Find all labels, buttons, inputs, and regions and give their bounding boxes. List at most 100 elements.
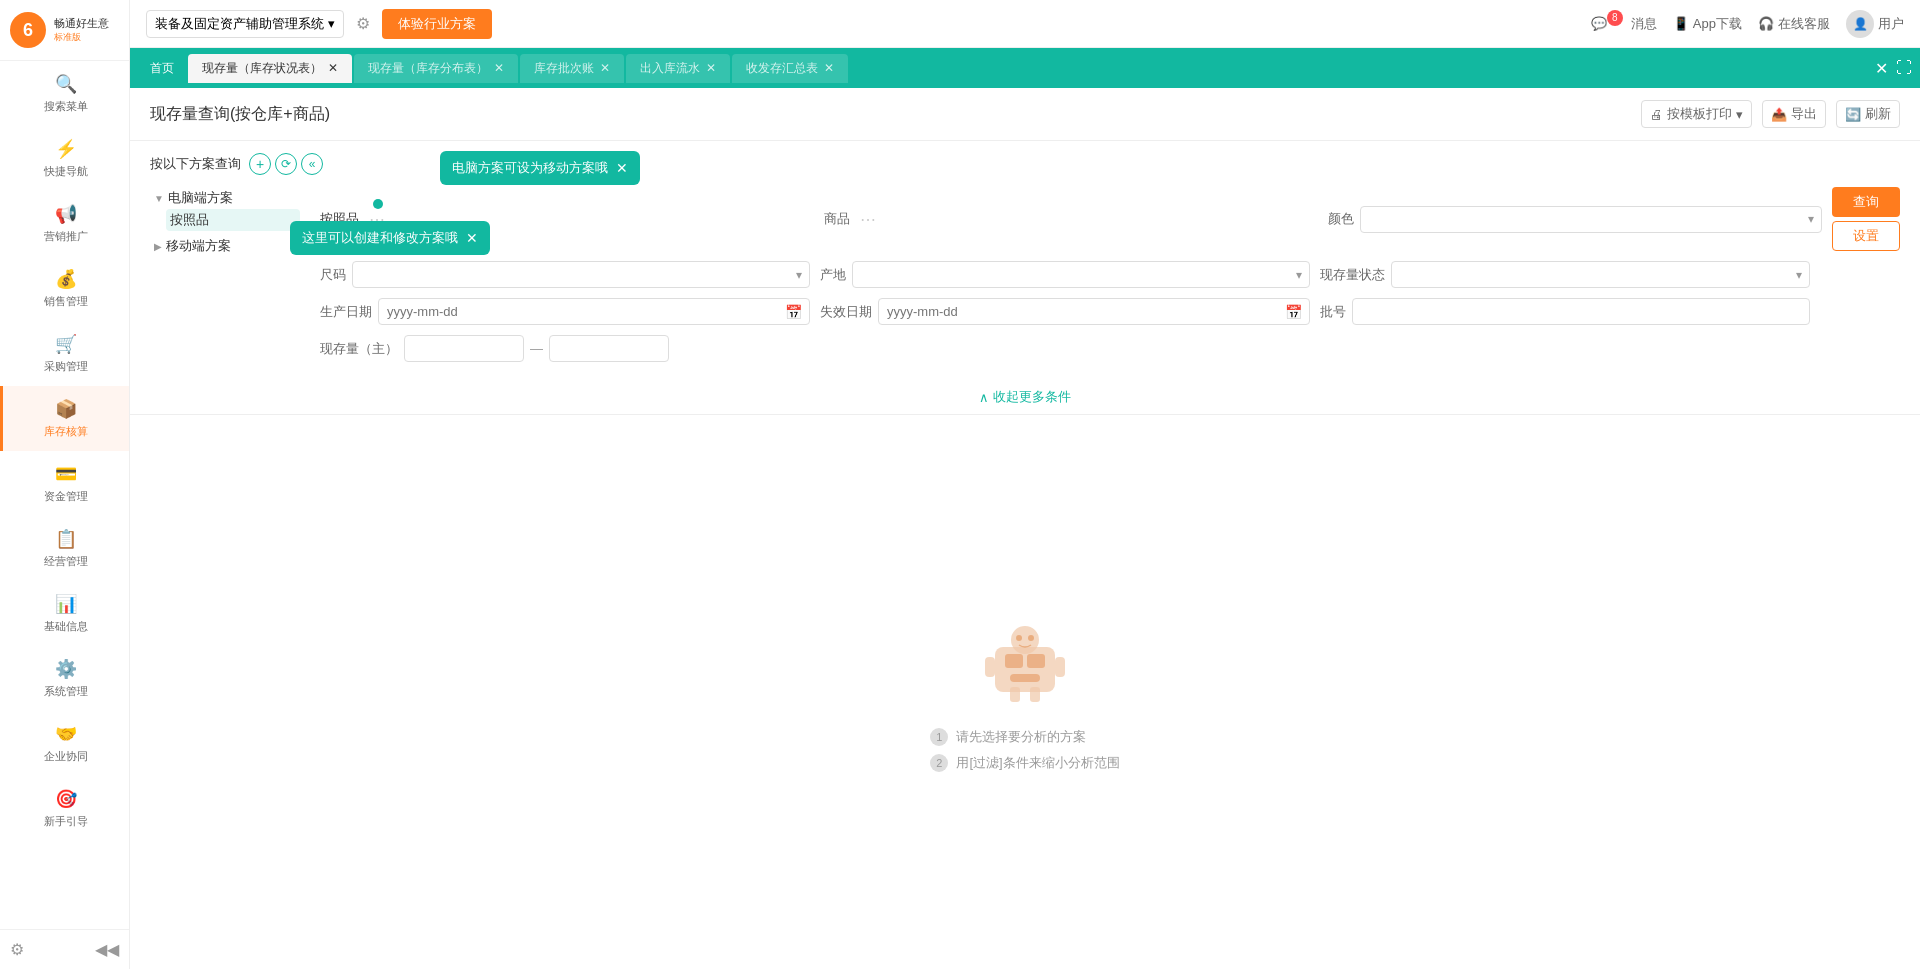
svg-rect-5	[1055, 657, 1065, 677]
goods-label: 商品	[824, 210, 850, 228]
range-separator: —	[530, 341, 543, 356]
tab-close-all-icon[interactable]: ✕	[1875, 59, 1888, 78]
goods-dots[interactable]: ⋯	[856, 210, 880, 229]
origin-select[interactable]	[852, 261, 1310, 288]
tab-home-label: 首页	[150, 61, 174, 75]
sidebar-item-label: 营销推广	[44, 229, 88, 244]
app-download-button[interactable]: 📱 App下载	[1673, 15, 1742, 33]
enterprise-icon: 🤝	[55, 723, 77, 745]
sidebar-item-sales[interactable]: 💰 销售管理	[0, 256, 129, 321]
search-set-buttons: 查询 设置	[1832, 187, 1900, 251]
edit-scheme-tooltip: 这里可以创建和修改方案哦 ✕	[290, 221, 490, 255]
online-service-label: 在线客服	[1778, 15, 1830, 33]
headset-icon: 🎧	[1758, 16, 1774, 31]
page-actions: 🖨 按模板打印 ▾ 📤 导出 🔄 刷新	[1641, 100, 1900, 128]
collapse-sidebar-icon[interactable]: ◀◀	[95, 940, 119, 959]
tab-close-icon[interactable]: ✕	[706, 62, 716, 74]
scheme-tooltip: 电脑方案可设为移动方案哦 ✕	[440, 151, 640, 185]
tab-batch-account[interactable]: 库存批次账 ✕	[520, 54, 624, 83]
svg-rect-6	[1010, 687, 1020, 702]
tab-inventory-status[interactable]: 现存量（库存状况表） ✕	[188, 54, 352, 83]
refresh-scheme-button[interactable]: ⟳	[275, 153, 297, 175]
tab-bar: 首页 现存量（库存状况表） ✕ 现存量（库存分布表） ✕ 库存批次账 ✕ 出入库…	[130, 48, 1920, 88]
sidebar-item-inventory[interactable]: 📦 库存核算	[0, 386, 129, 451]
collapse-more-button[interactable]: ∧ 收起更多条件	[150, 380, 1900, 414]
main-area: 装备及固定资产辅助管理系统 ▾ ⚙ 体验行业方案 💬 8 消息 📱 App下载 …	[130, 0, 1920, 969]
desktop-scheme-label: 电脑端方案	[168, 189, 233, 207]
filter-panel: 按以下方案查询 + ⟳ « 电脑方案可设为移动方案哦 ✕	[130, 141, 1920, 415]
tab-close-icon[interactable]: ✕	[328, 62, 338, 74]
online-service-button[interactable]: 🎧 在线客服	[1758, 15, 1830, 33]
sidebar-item-operation[interactable]: 📋 经营管理	[0, 516, 129, 581]
tab-receive-summary[interactable]: 收发存汇总表 ✕	[732, 54, 848, 83]
desktop-scheme-group[interactable]: ▼ 电脑端方案	[150, 187, 300, 209]
sidebar-item-search-menu[interactable]: 🔍 搜索菜单	[0, 61, 129, 126]
sidebar-item-system[interactable]: ⚙️ 系统管理	[0, 646, 129, 711]
svg-rect-4	[985, 657, 995, 677]
sidebar-item-marketing[interactable]: 📢 营销推广	[0, 191, 129, 256]
settings-icon[interactable]: ⚙	[10, 940, 24, 959]
system-selector[interactable]: 装备及固定资产辅助管理系统 ▾	[146, 10, 344, 38]
sidebar-item-enterprise[interactable]: 🤝 企业协同	[0, 711, 129, 776]
tip-num-2: 2	[930, 754, 948, 772]
mobile-scheme-group[interactable]: ▶ 移动端方案	[150, 235, 300, 257]
system-name: 装备及固定资产辅助管理系统	[155, 15, 324, 33]
scheme-tooltip-close[interactable]: ✕	[616, 161, 628, 175]
print-button[interactable]: 🖨 按模板打印 ▾	[1641, 100, 1752, 128]
collapse-arrow-icon: ▼	[154, 193, 164, 204]
sidebar-item-basic-info[interactable]: 📊 基础信息	[0, 581, 129, 646]
tab-inventory-distribution[interactable]: 现存量（库存分布表） ✕	[354, 54, 518, 83]
sidebar-item-finance[interactable]: 💳 资金管理	[0, 451, 129, 516]
size-select[interactable]	[352, 261, 810, 288]
tab-close-icon[interactable]: ✕	[600, 62, 610, 74]
sidebar-item-guide[interactable]: 🎯 新手引导	[0, 776, 129, 841]
tab-home[interactable]: 首页	[138, 54, 186, 83]
filter-field-goods: 商品 ⋯	[824, 210, 1318, 229]
nav-menu: 🔍 搜索菜单 ⚡ 快捷导航 📢 营销推广 💰 销售管理 🛒 采购管理 📦 库存核…	[0, 61, 129, 929]
scheme-tooltip-text: 电脑方案可设为移动方案哦	[452, 159, 608, 177]
sidebar-item-quick-nav[interactable]: ⚡ 快捷导航	[0, 126, 129, 191]
expire-date-input[interactable]	[878, 298, 1310, 325]
message-button[interactable]: 💬 8 消息	[1591, 15, 1657, 33]
scheme-item-by-product[interactable]: 按照品	[166, 209, 300, 231]
stock-main-label: 现存量（主）	[320, 340, 398, 358]
tab-fullscreen-icon[interactable]: ⛶	[1896, 59, 1912, 77]
tab-close-icon[interactable]: ✕	[494, 62, 504, 74]
produce-date-input[interactable]	[378, 298, 810, 325]
sidebar-item-purchase[interactable]: 🛒 采购管理	[0, 321, 129, 386]
stock-status-select[interactable]	[1391, 261, 1810, 288]
refresh-icon: 🔄	[1845, 107, 1861, 122]
color-select[interactable]	[1360, 206, 1822, 233]
search-button[interactable]: 查询	[1832, 187, 1900, 217]
sidebar-item-label: 销售管理	[44, 294, 88, 309]
guide-icon: 🎯	[55, 788, 77, 810]
tab-inout-flow[interactable]: 出入库流水 ✕	[626, 54, 730, 83]
tip-text-2: 用[过滤]条件来缩小分析范围	[956, 754, 1119, 772]
sidebar-item-label: 资金管理	[44, 489, 88, 504]
filter-row-4: 现存量（主） —	[320, 335, 1900, 362]
trial-button[interactable]: 体验行业方案	[382, 9, 492, 39]
sidebar: 6 畅通好生意 标准版 🔍 搜索菜单 ⚡ 快捷导航 📢 营销推广 💰 销售管理 …	[0, 0, 130, 969]
svg-point-8	[1011, 626, 1039, 654]
export-button[interactable]: 📤 导出	[1762, 100, 1826, 128]
edit-tooltip-close[interactable]: ✕	[466, 231, 478, 245]
by-product-label: 按照品	[170, 211, 209, 229]
purchase-icon: 🛒	[55, 333, 77, 355]
refresh-button[interactable]: 🔄 刷新	[1836, 100, 1900, 128]
set-button[interactable]: 设置	[1832, 221, 1900, 251]
empty-state: 1 请先选择要分析的方案 2 用[过滤]条件来缩小分析范围	[130, 415, 1920, 969]
expand-arrow-icon: ▶	[154, 241, 162, 252]
back-scheme-button[interactable]: «	[301, 153, 323, 175]
sidebar-item-label: 基础信息	[44, 619, 88, 634]
batch-input[interactable]	[1352, 298, 1810, 325]
stock-main-to-input[interactable]	[549, 335, 669, 362]
logo-text-area: 畅通好生意 标准版	[54, 16, 109, 44]
filter-field-batch: 批号	[1320, 298, 1810, 325]
empty-tips: 1 请先选择要分析的方案 2 用[过滤]条件来缩小分析范围	[930, 728, 1119, 772]
user-area[interactable]: 👤 用户	[1846, 10, 1904, 38]
add-scheme-button[interactable]: +	[249, 153, 271, 175]
gear-icon[interactable]: ⚙	[356, 14, 370, 33]
size-label: 尺码	[320, 266, 346, 284]
stock-main-from-input[interactable]	[404, 335, 524, 362]
tab-close-icon[interactable]: ✕	[824, 62, 834, 74]
